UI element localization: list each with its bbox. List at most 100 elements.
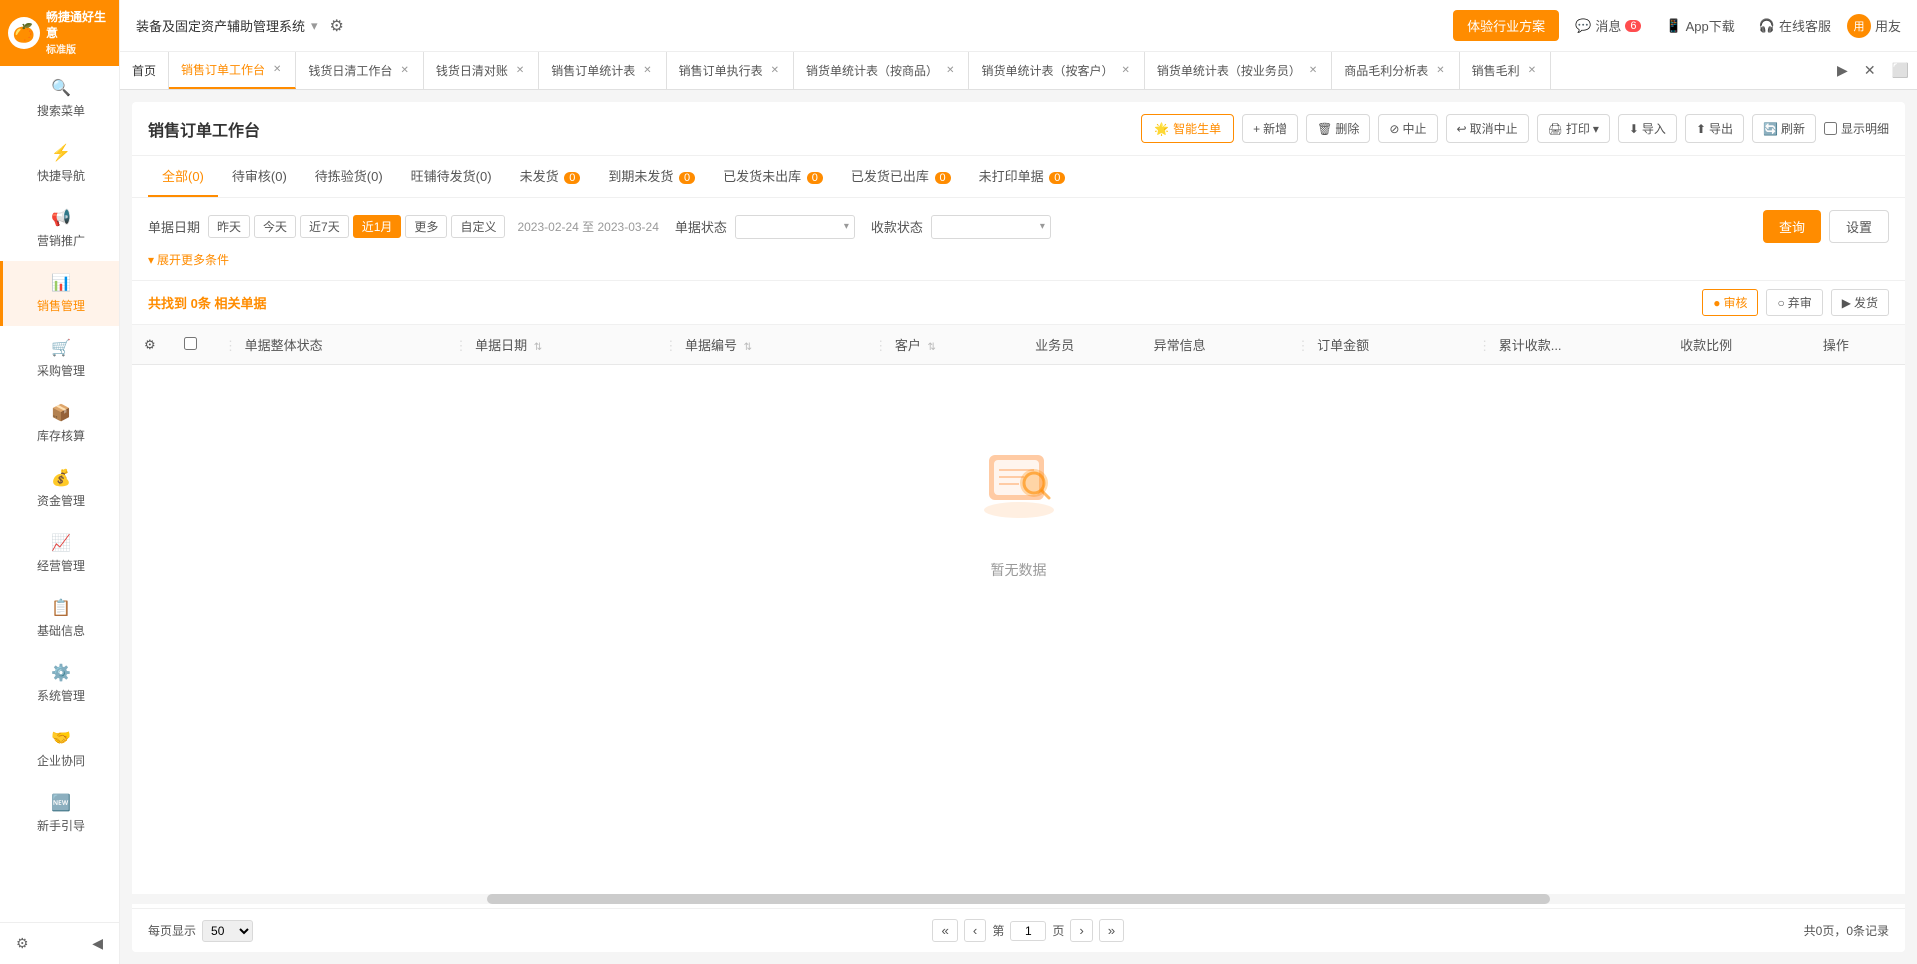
subtab-not-shipped[interactable]: 未发货 0 [506,156,595,197]
sidebar-item-inventory[interactable]: 📦 库存核算 [0,391,119,456]
smart-create-button[interactable]: 🌟 智能生单 [1141,114,1234,143]
subtab-pending-check[interactable]: 待拣验货(0) [301,156,397,197]
tab-maximize-button[interactable]: ⬜ [1884,58,1917,83]
add-button[interactable]: + 新增 [1242,114,1298,143]
tab-close-icon[interactable]: ✕ [769,64,781,77]
next-page-button[interactable]: › [1070,919,1092,942]
date-btn-yesterday[interactable]: 昨天 [208,215,250,238]
horizontal-scrollbar[interactable] [132,894,1905,904]
system-title: 装备及固定资产辅助管理系统 ▾ [136,16,318,35]
subtab-not-printed[interactable]: 未打印单据 0 [965,156,1080,197]
industry-solution-button[interactable]: 体验行业方案 [1453,10,1559,41]
sidebar-item-marketing[interactable]: 📢 营销推广 [0,196,119,261]
first-page-button[interactable]: « [932,919,957,942]
sidebar-item-quicknav[interactable]: ⚡ 快捷导航 [0,131,119,196]
subtab-all[interactable]: 全部(0) [148,156,218,197]
ship-button[interactable]: ▶ 发货 [1831,289,1889,316]
page-size-select[interactable]: 50 10 20 100 [202,920,253,942]
tab-sales-summary-product[interactable]: 销货单统计表（按商品） ✕ [794,52,969,89]
tab-close-icon[interactable]: ✕ [514,64,526,77]
message-button[interactable]: 💬 消息 6 [1567,12,1649,39]
tab-close-icon[interactable]: ✕ [641,64,653,77]
status-select-wrap [735,215,855,239]
refresh-button[interactable]: 🔄 刷新 [1752,114,1816,143]
tab-sales-summary-customer[interactable]: 销货单统计表（按客户） ✕ [969,52,1144,89]
audit-button[interactable]: ● 审核 [1702,289,1758,316]
tab-cashflow-reconcile[interactable]: 钱货日清对账 ✕ [424,52,539,89]
settings-icon-btn[interactable]: ⚙ [330,16,344,36]
subtab-overdue-not-shipped[interactable]: 到期未发货 0 [594,156,709,197]
select-all-checkbox[interactable] [184,337,197,350]
tab-gross-analysis[interactable]: 商品毛利分析表 ✕ [1332,52,1459,89]
status-select[interactable] [735,215,855,239]
last-page-button[interactable]: » [1099,919,1124,942]
tab-close-all-button[interactable]: ✕ [1856,58,1884,83]
setting-button[interactable]: 设置 [1829,210,1889,243]
subtab-pending-review[interactable]: 待审核(0) [218,156,301,197]
tab-close-icon[interactable]: ✕ [1119,64,1131,77]
tab-sales-workbench[interactable]: 销售订单工作台 ✕ [169,52,296,89]
tab-close-icon[interactable]: ✕ [1307,64,1319,77]
show-detail-checkbox-label[interactable]: 显示明细 [1824,120,1889,137]
tab-close-icon[interactable]: ✕ [398,64,410,77]
count-value: 0条 [191,296,215,311]
date-btn-7days[interactable]: 近7天 [300,215,349,238]
table-header: ⚙ ⋮ 单据整体状态 ⋮ [132,325,1905,365]
date-btn-more[interactable]: 更多 [405,215,447,238]
sidebar-item-basic[interactable]: 📋 基础信息 [0,586,119,651]
sidebar-item-enterprise[interactable]: 🤝 企业协同 [0,716,119,781]
tab-home[interactable]: 首页 [120,52,169,89]
tab-sales-exec[interactable]: 销售订单执行表 ✕ [667,52,794,89]
user-menu[interactable]: 用 用友 [1847,14,1901,38]
show-detail-checkbox[interactable] [1824,122,1837,135]
subtab-shipped-not-out[interactable]: 已发货未出库 0 [709,156,837,197]
query-button[interactable]: 查询 [1763,210,1821,243]
delete-button[interactable]: 🗑 删除 [1306,114,1370,143]
tab-sales-summary-staff[interactable]: 销货单统计表（按业务员） ✕ [1145,52,1332,89]
import-button[interactable]: ⬇ 导入 [1618,114,1677,143]
print-label: 打印 [1566,120,1590,137]
payment-select[interactable] [931,215,1051,239]
col-date: ⋮ 单据日期 ⇅ [443,325,653,365]
sidebar-item-system[interactable]: ⚙️ 系统管理 [0,651,119,716]
prev-page-button[interactable]: ‹ [964,919,986,942]
date-btn-today[interactable]: 今天 [254,215,296,238]
scroll-thumb[interactable] [487,894,1551,904]
content-header: 销售订单工作台 🌟 智能生单 + 新增 🗑 删除 ⊘ [132,102,1905,156]
tab-sales-stats[interactable]: 销售订单统计表 ✕ [539,52,666,89]
tab-close-icon[interactable]: ✕ [1434,64,1446,77]
sidebar-item-label: 资金管理 [37,492,85,509]
tab-cashflow-daily[interactable]: 钱货日清工作台 ✕ [296,52,423,89]
settings-button[interactable]: ⚙ [8,931,37,956]
sidebar-item-search[interactable]: 🔍 搜索菜单 [0,66,119,131]
col-received-label: 累计收款... [1499,338,1562,353]
tab-close-icon[interactable]: ✕ [271,63,283,76]
app-download-button[interactable]: 📱 App下载 [1657,12,1742,39]
column-settings-icon[interactable]: ⚙ [144,337,156,352]
stop-button[interactable]: ⊘ 中止 [1378,114,1437,143]
tab-close-icon[interactable]: ✕ [944,64,956,77]
tab-close-icon[interactable]: ✕ [1526,64,1538,77]
cancel-audit-button[interactable]: ○ 弃审 [1766,289,1822,316]
sidebar-item-purchase[interactable]: 🛒 采购管理 [0,326,119,391]
expand-conditions-button[interactable]: ▾ 展开更多条件 [148,251,1889,268]
online-service-button[interactable]: 🎧 在线客服 [1751,12,1839,39]
subtab-wangpu-pending[interactable]: 旺铺待发货(0) [397,156,506,197]
collapse-sidebar-button[interactable]: ◀ [84,931,111,956]
sidebar-item-guide[interactable]: 🆕 新手引导 [0,781,119,846]
tabs-scroll-right-button[interactable]: ▶ [1829,58,1856,83]
date-btn-custom[interactable]: 自定义 [451,215,505,238]
table-scroll[interactable]: ⚙ ⋮ 单据整体状态 ⋮ [132,325,1905,890]
date-btn-1month[interactable]: 近1月 [353,215,402,238]
system-title-text: 装备及固定资产辅助管理系统 [136,16,305,35]
sidebar-item-finance[interactable]: 💰 资金管理 [0,456,119,521]
page-number-input[interactable] [1010,921,1046,941]
export-button[interactable]: ⬆ 导出 [1685,114,1744,143]
print-button[interactable]: 🖨 打印 ▾ [1537,114,1610,143]
tab-sales-gross[interactable]: 销售毛利 ✕ [1460,52,1551,89]
data-table: ⚙ ⋮ 单据整体状态 ⋮ [132,325,1905,365]
sidebar-item-operations[interactable]: 📈 经营管理 [0,521,119,586]
cancel-stop-button[interactable]: ↩ 取消中止 [1446,114,1529,143]
subtab-shipped-out[interactable]: 已发货已出库 0 [837,156,965,197]
sidebar-item-sales[interactable]: 📊 销售管理 [0,261,119,326]
